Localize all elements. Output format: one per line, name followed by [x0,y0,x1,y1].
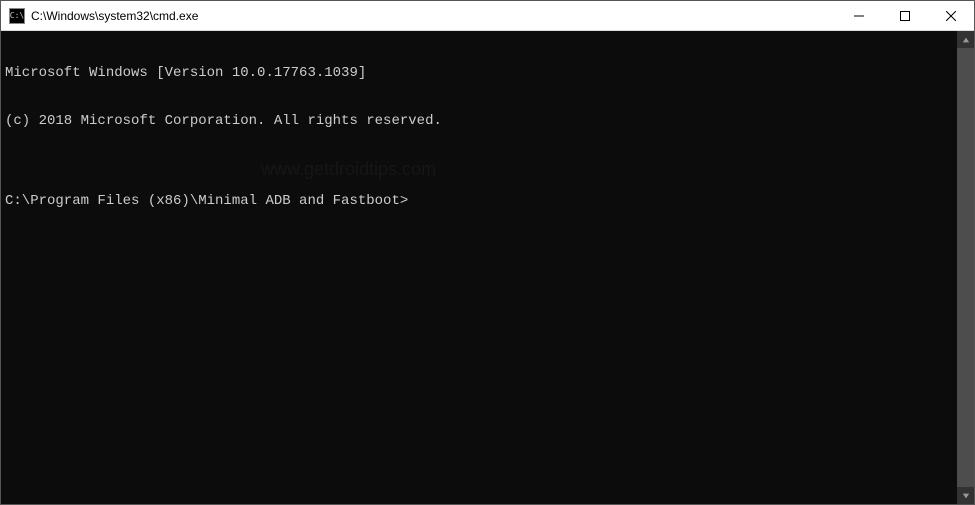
cmd-icon: C:\ [9,8,25,24]
prompt-text: C:\Program Files (x86)\Minimal ADB and F… [5,193,408,209]
window-controls [836,1,974,30]
minimize-button[interactable] [836,1,882,30]
cmd-window: C:\ C:\Windows\system32\cmd.exe Microsof… [0,0,975,505]
watermark: www.getdroidtips.com [261,161,436,177]
window-title: C:\Windows\system32\cmd.exe [31,9,836,23]
prompt-line: C:\Program Files (x86)\Minimal ADB and F… [5,193,953,209]
terminal-area: Microsoft Windows [Version 10.0.17763.10… [1,31,974,504]
close-button[interactable] [928,1,974,30]
terminal-line: (c) 2018 Microsoft Corporation. All righ… [5,113,953,129]
scroll-thumb[interactable] [957,48,974,487]
titlebar[interactable]: C:\ C:\Windows\system32\cmd.exe [1,1,974,31]
scroll-down-button[interactable] [957,487,974,504]
scroll-up-button[interactable] [957,31,974,48]
terminal-line: Microsoft Windows [Version 10.0.17763.10… [5,65,953,81]
vertical-scrollbar[interactable] [957,31,974,504]
maximize-button[interactable] [882,1,928,30]
scroll-track[interactable] [957,48,974,487]
terminal[interactable]: Microsoft Windows [Version 10.0.17763.10… [1,31,957,504]
